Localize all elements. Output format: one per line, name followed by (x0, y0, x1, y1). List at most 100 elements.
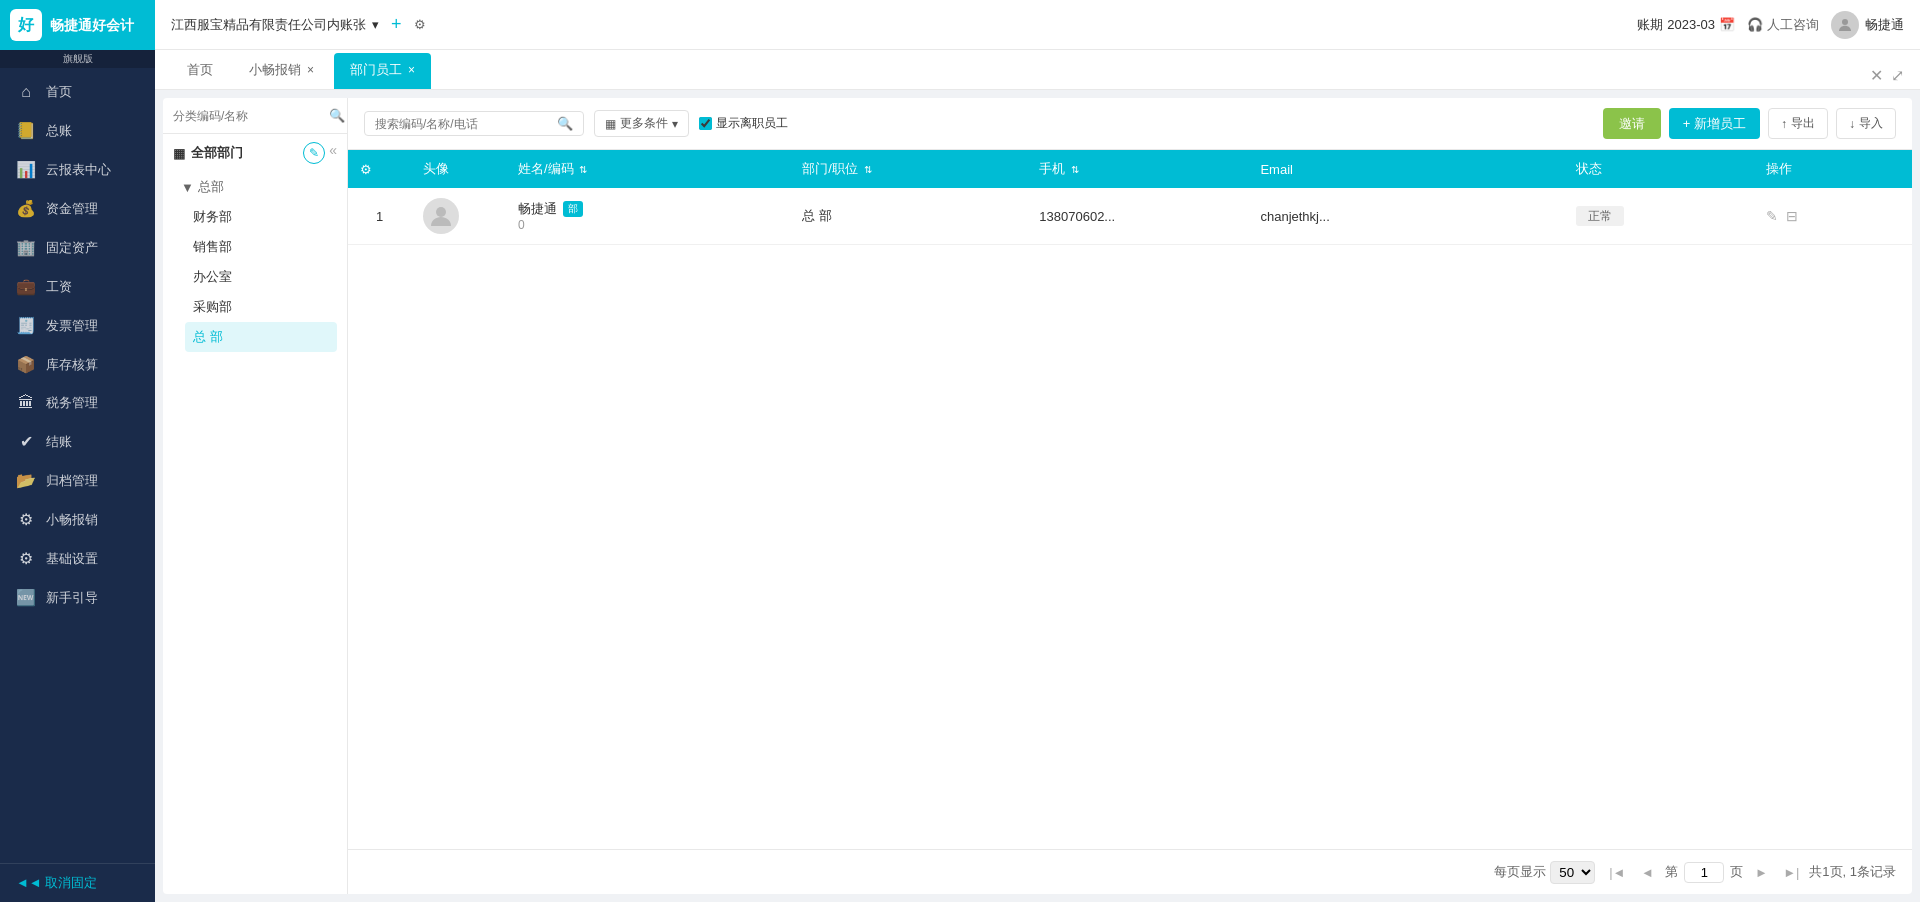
col-phone[interactable]: 手机 ⇅ (1027, 150, 1248, 188)
dept-collapse-button[interactable]: « (329, 142, 337, 164)
col-status: 状态 (1564, 150, 1754, 188)
sidebar-item-label: 云报表中心 (46, 161, 111, 179)
content-area: 🔍 ▦ 全部部门 ✎ « ▼ 总部 财务部 销售部 (163, 98, 1912, 894)
first-page-button[interactable]: |◄ (1605, 860, 1629, 884)
settings-icon: ⚙ (16, 549, 36, 568)
sidebar-item-inventory[interactable]: 📦 库存核算 (0, 345, 155, 384)
company-selector[interactable]: 江西服宝精品有限责任公司内账张 ▾ (171, 16, 379, 34)
ledger-icon: 📒 (16, 121, 36, 140)
dept-edit-button[interactable]: ✎ (303, 142, 325, 164)
sidebar-item-invoice[interactable]: 🧾 发票管理 (0, 306, 155, 345)
period-value: 2023-03 (1667, 17, 1715, 32)
invoice-icon: 🧾 (16, 316, 36, 335)
add-company-button[interactable]: + (391, 14, 402, 35)
emp-search-input[interactable] (375, 117, 551, 131)
last-page-button[interactable]: ►| (1779, 860, 1803, 884)
sidebar-item-label: 固定资产 (46, 239, 98, 257)
filter-button[interactable]: ▦ 更多条件 ▾ (594, 110, 689, 137)
sidebar-item-guide[interactable]: 🆕 新手引导 (0, 578, 155, 617)
settings-gear-icon[interactable]: ⚙ (414, 17, 426, 32)
app-logo: 好 畅捷通好会计 (0, 0, 155, 50)
sidebar-item-label: 结账 (46, 433, 72, 451)
chevron-down-icon: ▾ (672, 117, 678, 131)
invite-button[interactable]: 邀请 (1603, 108, 1661, 139)
row-avatar (411, 188, 506, 245)
table-row: 1 畅捷通 部 0 (348, 188, 1912, 245)
emp-table: ⚙ 头像 姓名/编码 ⇅ 部门/职位 ⇅ 手机 (348, 150, 1912, 849)
username: 畅捷通 (1865, 16, 1904, 34)
sidebar-item-assets-mgr[interactable]: 💰 资金管理 (0, 189, 155, 228)
window-expand-icon[interactable]: ⤢ (1891, 66, 1904, 85)
export-icon: ↑ (1781, 117, 1787, 131)
dept-item-purchase[interactable]: 采购部 (185, 292, 337, 322)
dept-item-headquarters[interactable]: 总 部 (185, 322, 337, 352)
page-size-selector: 每页显示 50 (1494, 861, 1595, 884)
assets-icon: 💰 (16, 199, 36, 218)
prev-page-button[interactable]: ◄ (1635, 860, 1659, 884)
sidebar-item-ledger[interactable]: 📒 总账 (0, 111, 155, 150)
dept-item-sales[interactable]: 销售部 (185, 232, 337, 262)
fixed-assets-icon: 🏢 (16, 238, 36, 257)
row-status: 正常 (1564, 188, 1754, 245)
unpin-button[interactable]: ◄◄ 取消固定 (0, 863, 155, 902)
add-emp-button[interactable]: + 新增员工 (1669, 108, 1760, 139)
emp-search-icon[interactable]: 🔍 (557, 116, 573, 131)
dept-tree-children: 财务部 销售部 办公室 采购部 总 部 (185, 202, 337, 352)
pagination: |◄ ◄ 第 页 ► ►| 共1页, 1条记录 (1605, 860, 1896, 884)
dept-item-finance[interactable]: 财务部 (185, 202, 337, 232)
dept-search-input[interactable] (173, 109, 323, 123)
tab-expense-close[interactable]: × (307, 63, 314, 77)
calendar-icon[interactable]: 📅 (1719, 17, 1735, 32)
sidebar-item-reports[interactable]: 📊 云报表中心 (0, 150, 155, 189)
dept-search-bar: 🔍 (163, 98, 347, 134)
sidebar-item-settlement[interactable]: ✔ 结账 (0, 422, 155, 461)
page-unit: 页 (1730, 863, 1743, 881)
headset-icon: 🎧 (1747, 17, 1763, 32)
archive-icon: 📂 (16, 471, 36, 490)
logo-text: 畅捷通好会计 (50, 17, 134, 34)
sidebar-item-label: 小畅报销 (46, 511, 98, 529)
sidebar-item-home[interactable]: ⌂ 首页 (0, 73, 155, 111)
import-button[interactable]: ↓ 导入 (1836, 108, 1896, 139)
export-button[interactable]: ↑ 导出 (1768, 108, 1828, 139)
svg-point-1 (436, 207, 446, 217)
dept-item-office[interactable]: 办公室 (185, 262, 337, 292)
col-settings[interactable]: ⚙ (348, 150, 411, 188)
delete-action-icon[interactable]: ⊟ (1786, 208, 1798, 224)
show-resigned-input[interactable] (699, 117, 712, 130)
tab-home[interactable]: 首页 (171, 53, 229, 89)
sidebar-item-settings[interactable]: ⚙ 基础设置 (0, 539, 155, 578)
payroll-icon: 💼 (16, 277, 36, 296)
support-button[interactable]: 🎧 人工咨询 (1747, 16, 1819, 34)
sidebar-nav: ⌂ 首页 📒 总账 📊 云报表中心 💰 资金管理 🏢 固定资产 💼 工资 🧾 发… (0, 68, 155, 863)
per-page-select[interactable]: 50 (1550, 861, 1595, 884)
guide-icon: 🆕 (16, 588, 36, 607)
sidebar-item-tax[interactable]: 🏛 税务管理 (0, 384, 155, 422)
chevron-down-icon: ▾ (372, 17, 379, 32)
edit-action-icon[interactable]: ✎ (1766, 208, 1778, 224)
emp-panel: 🔍 ▦ 更多条件 ▾ 显示离职员工 邀请 + 新增员工 ↑ 导出 (348, 98, 1912, 894)
emp-dept-badge: 部 (563, 201, 583, 217)
emp-name-row: 畅捷通 部 (518, 200, 778, 218)
page-input[interactable] (1684, 862, 1724, 883)
window-close-icon[interactable]: ✕ (1870, 66, 1883, 85)
tab-expense[interactable]: 小畅报销 × (233, 53, 330, 89)
reports-icon: 📊 (16, 160, 36, 179)
tab-dept-emp-close[interactable]: × (408, 63, 415, 77)
sidebar-item-fixed-assets[interactable]: 🏢 固定资产 (0, 228, 155, 267)
sidebar-item-payroll[interactable]: 💼 工资 (0, 267, 155, 306)
tab-home-label: 首页 (187, 61, 213, 79)
sidebar-item-expense[interactable]: ⚙ 小畅报销 (0, 500, 155, 539)
sidebar-item-archive[interactable]: 📂 归档管理 (0, 461, 155, 500)
next-page-button[interactable]: ► (1749, 860, 1773, 884)
show-resigned-checkbox[interactable]: 显示离职员工 (699, 115, 788, 132)
col-dept[interactable]: 部门/职位 ⇅ (790, 150, 1027, 188)
topbar: 江西服宝精品有限责任公司内账张 ▾ + ⚙ 账期 2023-03 📅 🎧 人工咨… (155, 0, 1920, 50)
tab-dept-emp[interactable]: 部门员工 × (334, 53, 431, 89)
user-menu[interactable]: 畅捷通 (1831, 11, 1904, 39)
col-name[interactable]: 姓名/编码 ⇅ (506, 150, 790, 188)
sidebar-item-label: 基础设置 (46, 550, 98, 568)
dept-search-icon[interactable]: 🔍 (329, 108, 345, 123)
tax-icon: 🏛 (16, 394, 36, 412)
tabbar: 首页 小畅报销 × 部门员工 × ✕ ⤢ (155, 50, 1920, 90)
